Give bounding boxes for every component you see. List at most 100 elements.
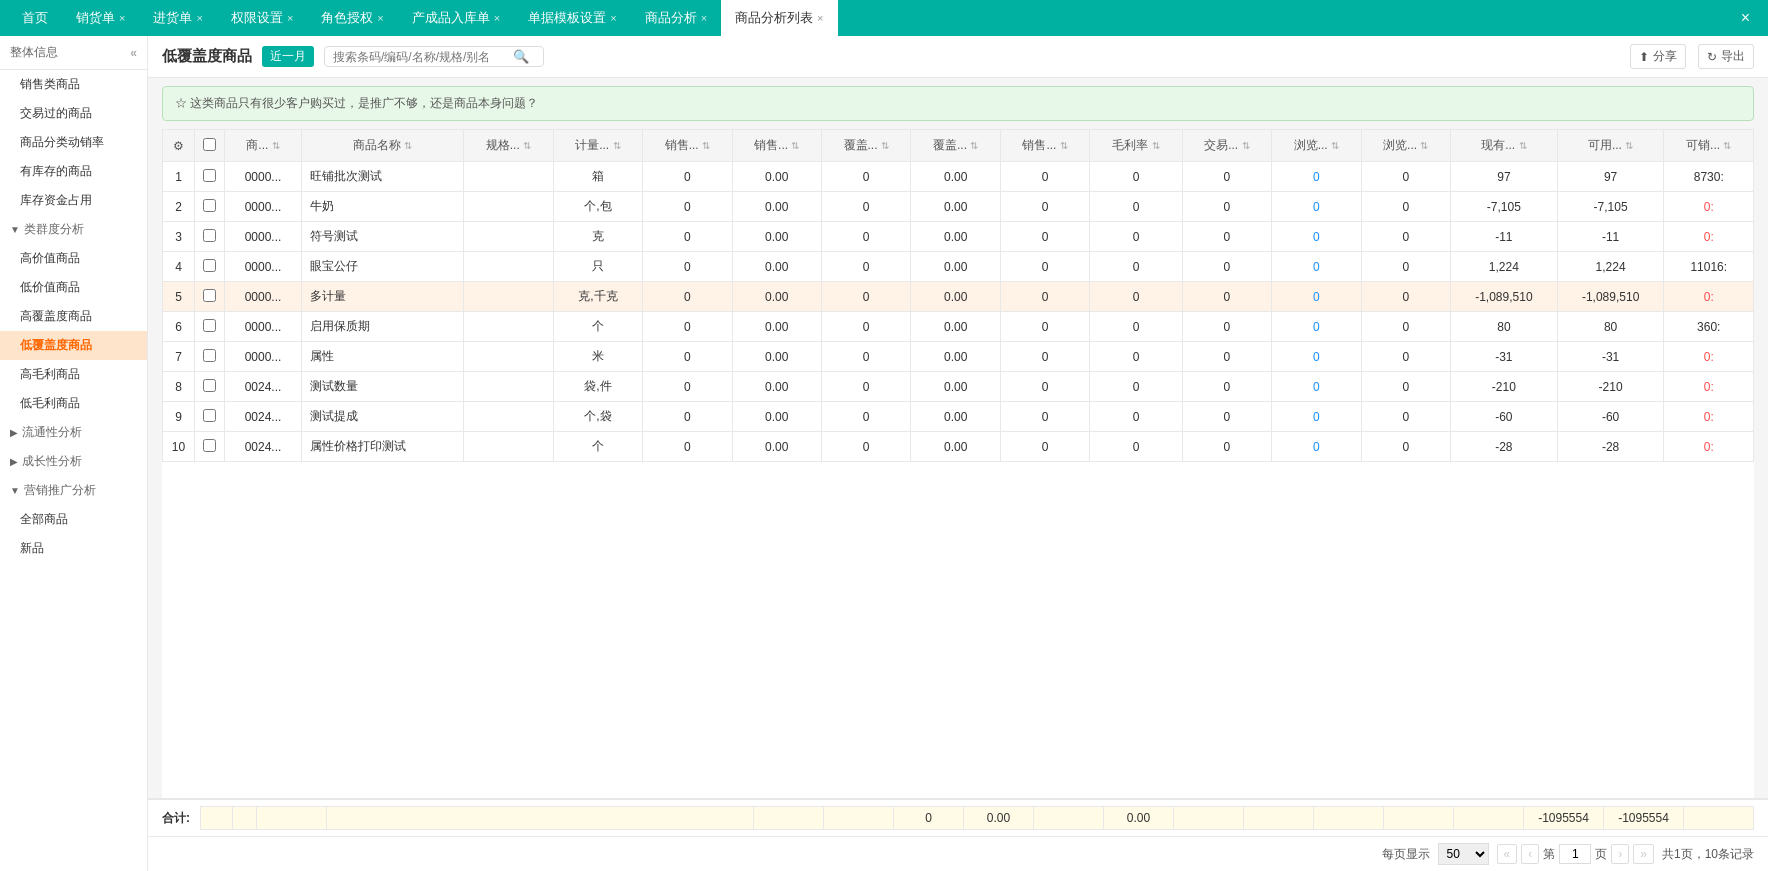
row-browse1[interactable]: 0: [1272, 312, 1361, 342]
page-number-input[interactable]: [1559, 844, 1591, 864]
col-name[interactable]: 商品名称 ⇅: [302, 130, 464, 162]
row-checkbox[interactable]: [195, 192, 225, 222]
nav-purchase[interactable]: 进货单 ×: [139, 0, 216, 36]
prev-page-button[interactable]: ‹: [1521, 844, 1539, 864]
sidebar-item-traded-goods[interactable]: 交易过的商品: [0, 99, 147, 128]
nav-prod-stock[interactable]: 产成品入库单 ×: [398, 0, 514, 36]
sidebar-item-high-profit[interactable]: 高毛利商品: [0, 360, 147, 389]
next-page-button[interactable]: ›: [1611, 844, 1629, 864]
row-browse1[interactable]: 0: [1272, 252, 1361, 282]
row-browse1[interactable]: 0: [1272, 222, 1361, 252]
nav-purchase-close[interactable]: ×: [196, 0, 202, 36]
col-current-stock[interactable]: 现有... ⇅: [1451, 130, 1558, 162]
row-browse1[interactable]: 0: [1272, 432, 1361, 462]
row-browse1[interactable]: 0: [1272, 402, 1361, 432]
search-input[interactable]: [333, 50, 513, 64]
row-browse1[interactable]: 0: [1272, 162, 1361, 192]
browse-link[interactable]: 0: [1313, 350, 1320, 364]
close-all-button[interactable]: ×: [1731, 9, 1760, 27]
col-coverage2[interactable]: 覆盖... ⇅: [911, 130, 1000, 162]
nav-home[interactable]: 首页: [8, 0, 62, 36]
browse-link[interactable]: 0: [1313, 200, 1320, 214]
export-button[interactable]: ↻ 导出: [1698, 44, 1754, 69]
nav-prod-close[interactable]: ×: [494, 0, 500, 36]
row-checkbox[interactable]: [195, 372, 225, 402]
browse-link[interactable]: 0: [1313, 410, 1320, 424]
nav-role-close[interactable]: ×: [377, 0, 383, 36]
row-checkbox[interactable]: [195, 222, 225, 252]
col-spec[interactable]: 规格... ⇅: [464, 130, 553, 162]
nav-sales[interactable]: 销货单 ×: [62, 0, 139, 36]
row-checkbox[interactable]: [195, 162, 225, 192]
sidebar-section-flow[interactable]: ▶ 流通性分析: [0, 418, 147, 447]
nav-perm-close[interactable]: ×: [287, 0, 293, 36]
col-browse2[interactable]: 浏览... ⇅: [1361, 130, 1450, 162]
table-wrapper[interactable]: ⚙ 商... ⇅ 商品名称 ⇅ 规格... ⇅ 计量... ⇅ 销售... ⇅ …: [162, 129, 1754, 798]
nav-perm-settings[interactable]: 权限设置 ×: [217, 0, 307, 36]
sidebar-item-low-value[interactable]: 低价值商品: [0, 273, 147, 302]
col-sales-amount[interactable]: 销售... ⇅: [732, 130, 821, 162]
row-browse1[interactable]: 0: [1272, 372, 1361, 402]
first-page-button[interactable]: «: [1497, 844, 1518, 864]
sidebar-item-all-goods[interactable]: 全部商品: [0, 505, 147, 534]
row-select-checkbox[interactable]: [203, 169, 216, 182]
sidebar-section-cluster[interactable]: ▼ 类群度分析: [0, 215, 147, 244]
row-select-checkbox[interactable]: [203, 379, 216, 392]
sidebar-header[interactable]: 整体信息 «: [0, 36, 147, 70]
row-checkbox[interactable]: [195, 252, 225, 282]
sidebar-item-high-coverage[interactable]: 高覆盖度商品: [0, 302, 147, 331]
browse-link[interactable]: 0: [1313, 440, 1320, 454]
browse-link[interactable]: 0: [1313, 260, 1320, 274]
row-checkbox[interactable]: [195, 342, 225, 372]
nav-template-close[interactable]: ×: [610, 0, 616, 36]
sidebar-item-sales-goods[interactable]: 销售类商品: [0, 70, 147, 99]
sidebar-item-low-coverage[interactable]: 低覆盖度商品: [0, 331, 147, 360]
row-checkbox[interactable]: [195, 402, 225, 432]
sidebar-item-high-value[interactable]: 高价值商品: [0, 244, 147, 273]
nav-analysis[interactable]: 商品分析 ×: [631, 0, 721, 36]
row-browse1[interactable]: 0: [1272, 342, 1361, 372]
col-sales-count[interactable]: 销售... ⇅: [643, 130, 732, 162]
search-icon[interactable]: 🔍: [513, 49, 529, 64]
row-select-checkbox[interactable]: [203, 439, 216, 452]
nav-analysis-close[interactable]: ×: [701, 0, 707, 36]
browse-link[interactable]: 0: [1313, 290, 1320, 304]
col-gross-margin[interactable]: 毛利率 ⇅: [1090, 130, 1182, 162]
row-checkbox[interactable]: [195, 282, 225, 312]
nav-analysis-list-close[interactable]: ×: [817, 0, 823, 36]
browse-link[interactable]: 0: [1313, 320, 1320, 334]
browse-link[interactable]: 0: [1313, 170, 1320, 184]
sidebar-item-low-profit[interactable]: 低毛利商品: [0, 389, 147, 418]
col-available-stock[interactable]: 可用... ⇅: [1557, 130, 1664, 162]
row-checkbox[interactable]: [195, 432, 225, 462]
browse-link[interactable]: 0: [1313, 380, 1320, 394]
browse-link[interactable]: 0: [1313, 230, 1320, 244]
col-sellable[interactable]: 可销... ⇅: [1664, 130, 1754, 162]
row-select-checkbox[interactable]: [203, 319, 216, 332]
share-button[interactable]: ⬆ 分享: [1630, 44, 1686, 69]
sidebar-section-growth[interactable]: ▶ 成长性分析: [0, 447, 147, 476]
row-browse1[interactable]: 0: [1272, 282, 1361, 312]
nav-role-auth[interactable]: 角色授权 ×: [307, 0, 397, 36]
sidebar-item-new-goods[interactable]: 新品: [0, 534, 147, 563]
nav-sales-close[interactable]: ×: [119, 0, 125, 36]
col-settings[interactable]: ⚙: [163, 130, 195, 162]
col-browse1[interactable]: 浏览... ⇅: [1272, 130, 1361, 162]
row-checkbox[interactable]: [195, 312, 225, 342]
select-all-checkbox[interactable]: [203, 138, 216, 151]
sidebar-item-category-rate[interactable]: 商品分类动销率: [0, 128, 147, 157]
nav-analysis-list[interactable]: 商品分析列表 ×: [721, 0, 837, 36]
row-select-checkbox[interactable]: [203, 199, 216, 212]
row-select-checkbox[interactable]: [203, 349, 216, 362]
sidebar-item-stocked-goods[interactable]: 有库存的商品: [0, 157, 147, 186]
row-select-checkbox[interactable]: [203, 409, 216, 422]
col-checkbox[interactable]: [195, 130, 225, 162]
page-size-select[interactable]: 50 100 200: [1438, 843, 1489, 865]
sidebar-section-marketing[interactable]: ▼ 营销推广分析: [0, 476, 147, 505]
row-select-checkbox[interactable]: [203, 289, 216, 302]
sidebar-item-stock-funds[interactable]: 库存资金占用: [0, 186, 147, 215]
col-code[interactable]: 商... ⇅: [225, 130, 302, 162]
row-select-checkbox[interactable]: [203, 259, 216, 272]
row-browse1[interactable]: 0: [1272, 192, 1361, 222]
row-select-checkbox[interactable]: [203, 229, 216, 242]
